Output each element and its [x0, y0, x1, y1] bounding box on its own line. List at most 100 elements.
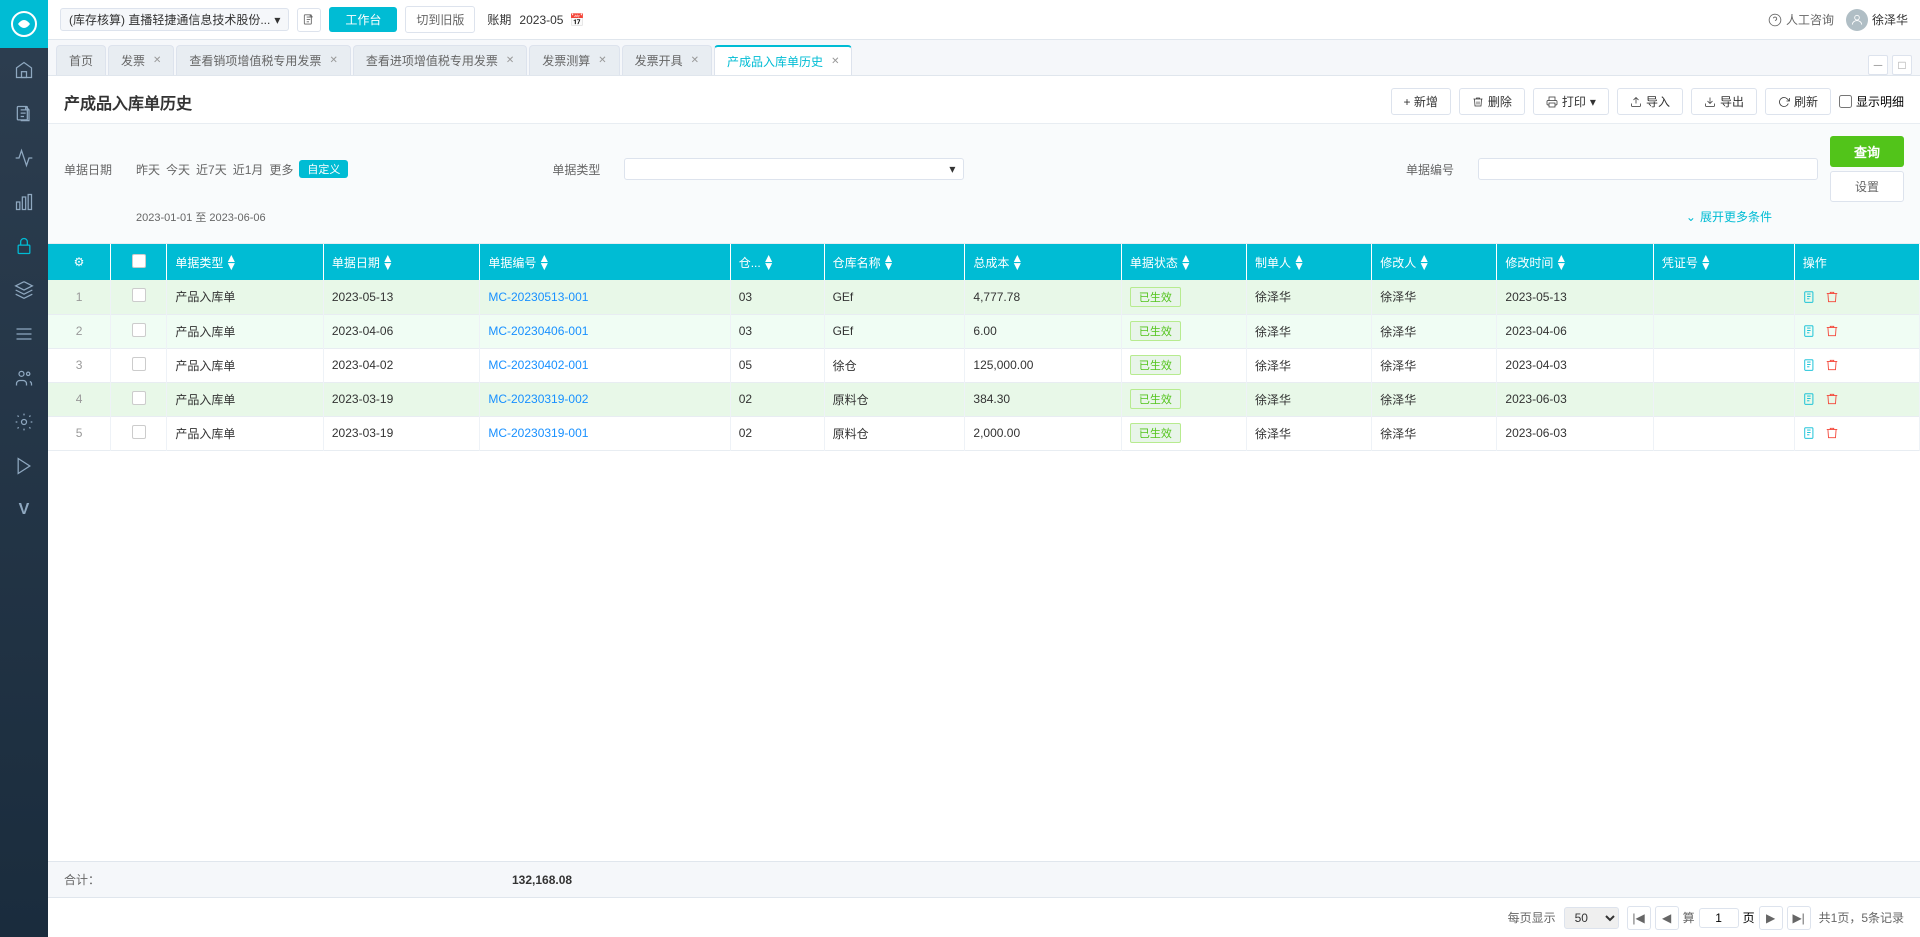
- row-checkbox[interactable]: [132, 288, 146, 302]
- first-page-button[interactable]: |◀: [1627, 906, 1651, 930]
- row-delete-icon[interactable]: [1825, 392, 1839, 406]
- show-detail-toggle[interactable]: 显示明细: [1839, 93, 1904, 110]
- doc-no-link[interactable]: MC-20230402-001: [488, 358, 588, 372]
- page-number-input[interactable]: [1699, 908, 1739, 928]
- settings-icon[interactable]: ⚙: [74, 255, 85, 269]
- sidebar-item-home[interactable]: [0, 48, 48, 92]
- doc-type-select[interactable]: ▾: [624, 158, 964, 180]
- doc-no-link[interactable]: MC-20230319-001: [488, 426, 588, 440]
- tab-sales-invoice-close[interactable]: ✕: [329, 55, 337, 66]
- row-checkbox-cell[interactable]: [111, 382, 167, 416]
- row-edit-icon[interactable]: [1803, 358, 1817, 372]
- date-custom[interactable]: 自定义: [299, 160, 348, 178]
- app-logo[interactable]: [0, 0, 48, 48]
- row-checkbox-cell[interactable]: [111, 416, 167, 450]
- tab-product-in[interactable]: 产成品入库单历史 ✕: [714, 45, 852, 75]
- tab-purchase-invoice[interactable]: 查看进项增值税专用发票 ✕: [353, 45, 527, 75]
- row-edit-icon[interactable]: [1803, 426, 1817, 440]
- settings-col-header[interactable]: ⚙: [48, 244, 111, 280]
- page-size-select[interactable]: 50 100 200: [1564, 907, 1619, 929]
- history-button[interactable]: 切到旧版: [405, 6, 475, 33]
- company-selector[interactable]: (库存核算) 直播轻捷通信息技术股份... ▾: [60, 8, 289, 31]
- total-cost-col-header[interactable]: 总成本 ▲▼: [965, 244, 1121, 280]
- expand-filter-button[interactable]: ⌄ 展开更多条件: [1686, 208, 1772, 225]
- print-button[interactable]: 打印 ▾: [1533, 88, 1609, 115]
- type-col-header[interactable]: 单据类型 ▲▼: [167, 244, 323, 280]
- date-more[interactable]: 更多: [269, 161, 293, 178]
- tab-sales-invoice[interactable]: 查看销项增值税专用发票 ✕: [176, 45, 350, 75]
- row-delete-icon[interactable]: [1825, 290, 1839, 304]
- select-all-checkbox[interactable]: [132, 254, 146, 268]
- row-checkbox-cell[interactable]: [111, 314, 167, 348]
- tab-home[interactable]: 首页: [56, 45, 106, 75]
- sidebar-item-lock[interactable]: [0, 224, 48, 268]
- workbench-button[interactable]: 工作台: [329, 7, 397, 32]
- sidebar-item-analytics[interactable]: [0, 136, 48, 180]
- date-1month[interactable]: 近1月: [233, 161, 264, 178]
- tab-purchase-invoice-close[interactable]: ✕: [506, 55, 514, 66]
- creator-col-header[interactable]: 制单人 ▲▼: [1247, 244, 1372, 280]
- doc-no-link[interactable]: MC-20230319-002: [488, 392, 588, 406]
- warehouse-code-col-header[interactable]: 仓... ▲▼: [730, 244, 824, 280]
- tab-invoice-calc[interactable]: 发票测算 ✕: [529, 45, 619, 75]
- prev-page-button[interactable]: ◀: [1655, 906, 1679, 930]
- tab-invoice-close[interactable]: ✕: [153, 55, 161, 66]
- row-edit-icon[interactable]: [1803, 290, 1817, 304]
- row-delete-icon[interactable]: [1825, 426, 1839, 440]
- row-delete-icon[interactable]: [1825, 324, 1839, 338]
- voucher-col-header[interactable]: 凭证号 ▲▼: [1653, 244, 1794, 280]
- row-delete-icon[interactable]: [1825, 358, 1839, 372]
- delete-button[interactable]: 删除: [1459, 88, 1525, 115]
- date-col-header[interactable]: 单据日期 ▲▼: [323, 244, 479, 280]
- row-edit-icon[interactable]: [1803, 324, 1817, 338]
- date-today[interactable]: 今天: [166, 161, 190, 178]
- row-checkbox-cell[interactable]: [111, 280, 167, 314]
- sidebar-item-settings[interactable]: [0, 400, 48, 444]
- sidebar-item-document[interactable]: [0, 92, 48, 136]
- tab-maximize-button[interactable]: □: [1892, 55, 1912, 75]
- sidebar-item-box[interactable]: [0, 268, 48, 312]
- doc-no-link[interactable]: MC-20230513-001: [488, 290, 588, 304]
- last-page-button[interactable]: ▶|: [1787, 906, 1811, 930]
- doc-icon-button[interactable]: [297, 8, 321, 32]
- table-row: 1 产品入库单 2023-05-13 MC-20230513-001 03 GE…: [48, 280, 1920, 314]
- row-checkbox[interactable]: [132, 323, 146, 337]
- next-page-button[interactable]: ▶: [1759, 906, 1783, 930]
- docno-col-header[interactable]: 单据编号 ▲▼: [480, 244, 730, 280]
- sidebar-item-chart[interactable]: [0, 180, 48, 224]
- date-yesterday[interactable]: 昨天: [136, 161, 160, 178]
- tab-invoice[interactable]: 发票 ✕: [108, 45, 174, 75]
- row-checkbox-cell[interactable]: [111, 348, 167, 382]
- user-menu[interactable]: 徐泽华: [1846, 9, 1908, 31]
- sidebar-item-users[interactable]: [0, 356, 48, 400]
- tab-invoice-issue-close[interactable]: ✕: [691, 55, 699, 66]
- row-checkbox[interactable]: [132, 391, 146, 405]
- calendar-icon[interactable]: 📅: [569, 13, 584, 27]
- row-checkbox[interactable]: [132, 357, 146, 371]
- status-col-header[interactable]: 单据状态 ▲▼: [1121, 244, 1246, 280]
- tab-invoice-calc-close[interactable]: ✕: [598, 55, 606, 66]
- help-button[interactable]: 人工咨询: [1768, 11, 1834, 28]
- modify-time-col-header[interactable]: 修改时间 ▲▼: [1497, 244, 1653, 280]
- tab-minimize-button[interactable]: ─: [1868, 55, 1888, 75]
- row-checkbox[interactable]: [132, 425, 146, 439]
- sidebar-item-list[interactable]: [0, 312, 48, 356]
- show-detail-checkbox[interactable]: [1839, 95, 1852, 108]
- warehouse-name-col-header[interactable]: 仓库名称 ▲▼: [824, 244, 965, 280]
- modifier-col-header[interactable]: 修改人 ▲▼: [1372, 244, 1497, 280]
- export-button[interactable]: 导出: [1691, 88, 1757, 115]
- new-button[interactable]: + 新增: [1391, 88, 1451, 115]
- doc-no-link[interactable]: MC-20230406-001: [488, 324, 588, 338]
- refresh-button[interactable]: 刷新: [1765, 88, 1831, 115]
- doc-no-input[interactable]: [1478, 158, 1818, 180]
- query-button[interactable]: 查询: [1830, 136, 1904, 167]
- sidebar-item-v[interactable]: V: [0, 488, 48, 532]
- row-edit-icon[interactable]: [1803, 392, 1817, 406]
- tab-product-in-close[interactable]: ✕: [831, 56, 839, 67]
- tab-invoice-issue[interactable]: 发票开具 ✕: [622, 45, 712, 75]
- checkbox-col-header[interactable]: [111, 244, 167, 280]
- set-button[interactable]: 设置: [1830, 171, 1904, 202]
- date-7days[interactable]: 近7天: [196, 161, 227, 178]
- sidebar-item-play[interactable]: [0, 444, 48, 488]
- import-button[interactable]: 导入: [1617, 88, 1683, 115]
